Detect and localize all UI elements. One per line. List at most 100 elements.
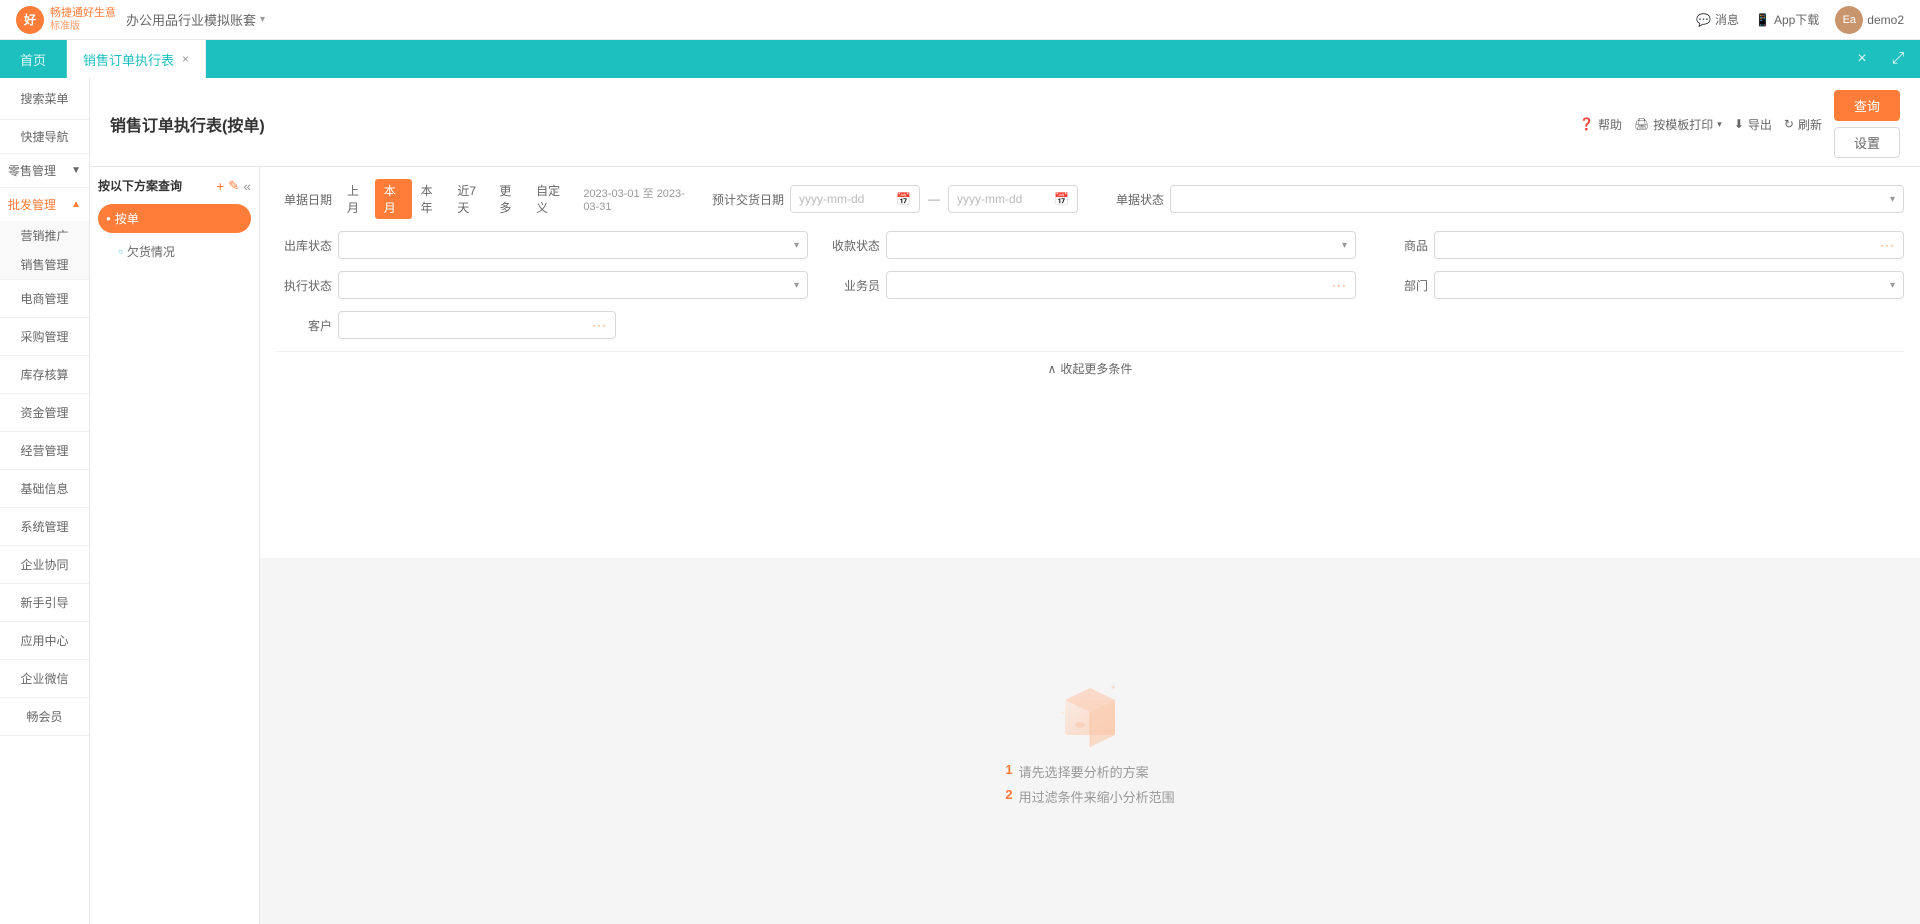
filter-item-dept: 部门 ▾	[1372, 271, 1904, 299]
search-menu-button[interactable]: 搜索菜单	[6, 86, 83, 111]
print-dropdown-icon: ▾	[1717, 119, 1722, 130]
dept-dropdown-icon: ▾	[1890, 280, 1895, 291]
empty-illustration: ✦ ✦	[1050, 670, 1130, 750]
delivery-status-select[interactable]: ▾	[338, 231, 808, 259]
sidebar-item-quick-nav[interactable]: 快捷导航	[0, 120, 89, 154]
sidebar-item-wholesale[interactable]: 批发管理 ▲	[0, 188, 89, 221]
message-icon: 💬	[1696, 13, 1711, 27]
page-header-top: 销售订单执行表(按单) ❓ 帮助 🖨 按模板打印 ▾ ⬇ 导出	[110, 90, 1900, 158]
salesperson-trigger-icon[interactable]: ···	[1332, 278, 1347, 292]
expected-date-start-input[interactable]: yyyy-mm-dd 📅	[790, 185, 920, 213]
filter-row-4: 客户 ···	[276, 311, 1904, 339]
topbar-left: 好 畅捷通好生意 标准版 办公用品行业模拟账套 ▾	[16, 6, 265, 34]
help-button[interactable]: ❓ 帮助	[1579, 116, 1622, 133]
query-button[interactable]: 查询	[1834, 90, 1900, 121]
edit-scheme-icon[interactable]: ✎	[228, 178, 239, 194]
goods-input[interactable]: ···	[1434, 231, 1904, 259]
user-menu[interactable]: Ea demo2	[1835, 6, 1904, 34]
filter-option-by-order[interactable]: ● 按单	[98, 204, 251, 233]
customer-label: 客户	[276, 317, 332, 334]
sidebar-section-retail: 零售管理 ▼	[0, 154, 89, 188]
sidebar-item-enterprise[interactable]: 企业协同	[0, 546, 89, 584]
filter-option-inventory[interactable]: ○ 欠货情况	[98, 237, 251, 266]
date-tab-custom[interactable]: 自定义	[527, 179, 573, 219]
sidebar-item-onboarding[interactable]: 新手引导	[0, 584, 89, 622]
sidebar-item-business[interactable]: 经营管理	[0, 432, 89, 470]
tab-home[interactable]: 首页	[0, 40, 67, 78]
settings-button[interactable]: 设置	[1834, 127, 1900, 158]
collapse-panel-icon[interactable]: «	[243, 178, 251, 194]
sidebar-item-system[interactable]: 系统管理	[0, 508, 89, 546]
tip-num-1: 1	[1005, 762, 1012, 777]
add-scheme-icon[interactable]: +	[216, 178, 224, 194]
date-tab-7days[interactable]: 近7天	[448, 179, 490, 219]
print-icon: 🖨	[1634, 117, 1649, 131]
topbar-title: 办公用品行业模拟账套 ▾	[126, 10, 265, 29]
sidebar-item-basic-info[interactable]: 基础信息	[0, 470, 89, 508]
refresh-button[interactable]: ↻ 刷新	[1784, 116, 1822, 133]
goods-trigger-icon[interactable]: ···	[1880, 238, 1895, 252]
tabbar: 首页 销售订单执行表 × × ⤢	[0, 40, 1920, 78]
filter-item-delivery-status: 出库状态 ▾	[276, 231, 808, 259]
sidebar-subitem-sales-mgmt[interactable]: 销售管理	[0, 250, 89, 279]
sidebar-item-finance[interactable]: 资金管理	[0, 394, 89, 432]
print-button[interactable]: 🖨 按模板打印 ▾	[1634, 116, 1722, 133]
payment-status-select[interactable]: ▾	[886, 231, 1356, 259]
filter-row-1: 单据日期 上月 本月 本年 近7天 更多 自定义 20	[276, 179, 1904, 219]
query-buttons: 查询 设置	[1834, 90, 1900, 158]
expand-window-button[interactable]: ⤢	[1884, 45, 1912, 73]
sidebar-search-area: 搜索菜单	[0, 78, 89, 120]
sidebar-item-ecommerce[interactable]: 电商管理	[0, 280, 89, 318]
tab-close-icon[interactable]: ×	[182, 52, 189, 66]
svg-text:✦: ✦	[1060, 710, 1065, 717]
app-download-button[interactable]: 📱 App下载	[1755, 11, 1819, 28]
sidebar-item-inventory[interactable]: 库存核算	[0, 356, 89, 394]
salesperson-input[interactable]: ···	[886, 271, 1356, 299]
delivery-dropdown-icon: ▾	[794, 240, 799, 251]
dept-select[interactable]: ▾	[1434, 271, 1904, 299]
sidebar-subitem-marketing[interactable]: 营销推广	[0, 221, 89, 250]
topbar-right: 💬 消息 📱 App下载 Ea demo2	[1696, 6, 1904, 34]
customer-trigger-icon[interactable]: ···	[592, 318, 607, 332]
date-tab-this-month[interactable]: 本月	[375, 179, 412, 219]
refresh-icon: ↻	[1784, 117, 1794, 131]
payment-status-label: 收款状态	[824, 237, 880, 254]
bill-status-label: 单据状态	[1108, 191, 1164, 208]
tab-sales-order-execution[interactable]: 销售订单执行表 ×	[67, 40, 206, 78]
page-header: 销售订单执行表(按单) ❓ 帮助 🖨 按模板打印 ▾ ⬇ 导出	[90, 78, 1920, 167]
sidebar-item-retail[interactable]: 零售管理 ▼	[0, 154, 89, 187]
collapse-conditions-bar[interactable]: ∧ 收起更多条件	[276, 351, 1904, 385]
filter-left-icons: + ✎ «	[216, 178, 251, 194]
sidebar-item-member[interactable]: 畅会员	[0, 698, 89, 736]
date-tab-last-month[interactable]: 上月	[338, 179, 375, 219]
export-button[interactable]: ⬇ 导出	[1734, 116, 1772, 133]
filter-left-header: 按以下方案查询 + ✎ «	[98, 177, 251, 194]
filter-row-2: 出库状态 ▾ 收款状态 ▾	[276, 231, 1904, 259]
filter-item-date: 单据日期 上月 本月 本年 近7天 更多 自定义 20	[276, 179, 696, 219]
filter-item-salesperson: 业务员 ···	[824, 271, 1356, 299]
close-window-button[interactable]: ×	[1848, 45, 1876, 73]
sidebar-item-app-center[interactable]: 应用中心	[0, 622, 89, 660]
message-button[interactable]: 💬 消息	[1696, 11, 1739, 28]
sidebar-item-enterprise-wechat[interactable]: 企业微信	[0, 660, 89, 698]
sidebar-item-purchase[interactable]: 采购管理	[0, 318, 89, 356]
date-tab-more[interactable]: 更多	[490, 179, 527, 219]
date-tab-this-year[interactable]: 本年	[412, 179, 449, 219]
help-icon: ❓	[1579, 117, 1594, 131]
filter-item-exec-status: 执行状态 ▾	[276, 271, 808, 299]
date-divider: —	[924, 192, 944, 206]
exec-dropdown-icon: ▾	[794, 280, 799, 291]
exec-status-select[interactable]: ▾	[338, 271, 808, 299]
expected-date-end-input[interactable]: yyyy-mm-dd 📅	[948, 185, 1078, 213]
sidebar-section-wholesale: 批发管理 ▲ 营销推广 销售管理	[0, 188, 89, 280]
avatar: Ea	[1835, 6, 1863, 34]
option-icon: ○	[118, 247, 123, 256]
bill-status-select[interactable]: ▾	[1170, 185, 1904, 213]
filter-form-area: 单据日期 上月 本月 本年 近7天 更多 自定义 20	[260, 167, 1920, 558]
dropdown-arrow-icon[interactable]: ▾	[260, 14, 265, 25]
tip-num-2: 2	[1005, 787, 1012, 802]
filter-layout: 按以下方案查询 + ✎ « ● 按单 ○ 欠货情况	[90, 167, 1920, 924]
customer-input[interactable]: ···	[338, 311, 616, 339]
dept-label: 部门	[1372, 277, 1428, 294]
filter-item-customer: 客户 ···	[276, 311, 616, 339]
